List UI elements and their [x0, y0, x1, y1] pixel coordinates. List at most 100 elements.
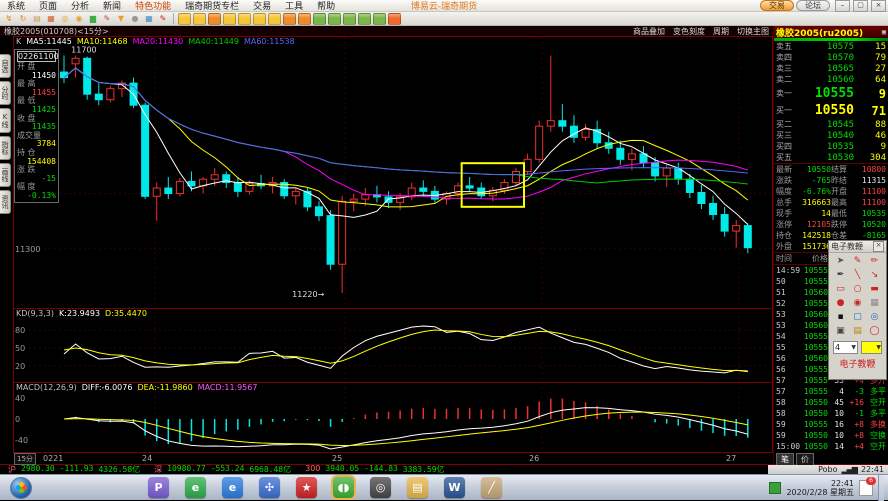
price-cell[interactable]: 10575: [800, 42, 854, 52]
subbar-link-0[interactable]: 商品叠加: [633, 26, 665, 37]
maximize-button[interactable]: ▢: [853, 0, 868, 12]
zoom-out-icon[interactable]: ◉: [73, 13, 85, 24]
filled-ellipse-tool[interactable]: ●: [832, 297, 849, 310]
price-cell[interactable]: 10550: [800, 103, 854, 118]
toolbar-button-3[interactable]: [223, 12, 236, 25]
trade-button[interactable]: 交易: [760, 0, 794, 11]
tray-clock[interactable]: 22:41 2020/2/28 星期五: [786, 479, 854, 497]
line-width-select[interactable]: 4 ▼: [833, 341, 858, 354]
grid-icon[interactable]: ▦: [143, 13, 155, 24]
start-button[interactable]: [10, 476, 32, 499]
lock-tool[interactable]: ◉: [849, 297, 866, 310]
left-tab-4[interactable]: 画线: [0, 163, 11, 187]
toolbar-button-10[interactable]: [328, 12, 341, 25]
draw-icon[interactable]: ✎: [101, 13, 113, 24]
price-cell[interactable]: 10565: [800, 64, 854, 74]
pen-tool[interactable]: ✒: [832, 269, 849, 282]
bid-row-3[interactable]: 买四 10535 9: [774, 141, 888, 152]
toolbar-button-14[interactable]: [388, 12, 401, 25]
menu-item-0[interactable]: 系统: [0, 0, 32, 12]
save-tool[interactable]: ▣: [832, 325, 849, 338]
price-cell[interactable]: 10560: [800, 75, 854, 85]
price-cell[interactable]: 10545: [800, 120, 854, 130]
browser-360-icon[interactable]: e: [185, 477, 206, 498]
notification-doc-icon[interactable]: 6: [859, 477, 876, 496]
pinwheel-icon[interactable]: ✣: [259, 477, 280, 498]
toolbar-button-7[interactable]: [283, 12, 296, 25]
bid-row-0[interactable]: 买一 10550 71: [774, 102, 888, 119]
ask-row-1[interactable]: 卖四 10570 79: [774, 52, 888, 63]
blackboard-tool[interactable]: ▪: [832, 311, 849, 324]
toolbar-button-6[interactable]: [268, 12, 281, 25]
left-tab-5[interactable]: 资讯: [0, 190, 11, 214]
filled-rect-tool[interactable]: ▬: [866, 283, 883, 296]
bid-row-2[interactable]: 买三 10540 46: [774, 130, 888, 141]
magnifier-tool[interactable]: ◎: [866, 311, 883, 324]
menu-item-6[interactable]: 交易: [246, 0, 278, 12]
disc-icon[interactable]: ◎: [370, 477, 391, 498]
toolbar-button-1[interactable]: [193, 12, 206, 25]
menu-item-5[interactable]: 瑞奇期货专栏: [178, 0, 246, 12]
toolbar-button-4[interactable]: [238, 12, 251, 25]
show-desktop-button[interactable]: [878, 475, 884, 501]
zoom-in-icon[interactable]: ◎: [59, 13, 71, 24]
close-button[interactable]: ×: [871, 0, 886, 12]
subbar-link-3[interactable]: 切换主图: [737, 26, 769, 37]
refresh-icon[interactable]: ↻: [17, 13, 29, 24]
screen-tool[interactable]: ▢: [849, 311, 866, 324]
bid-row-4[interactable]: 买五 10530 304: [774, 152, 888, 163]
price-cell[interactable]: 10535: [800, 142, 854, 152]
menu-item-7[interactable]: 工具: [278, 0, 310, 12]
wechat-icon[interactable]: ◖◗: [331, 475, 356, 500]
toolbar-button-9[interactable]: [313, 12, 326, 25]
bid-row-1[interactable]: 买二 10545 88: [774, 119, 888, 130]
price-cell[interactable]: 10555: [800, 86, 854, 101]
layout-icon[interactable]: ▦: [45, 13, 57, 24]
dot-icon[interactable]: ●: [129, 13, 141, 24]
tray-app-icon[interactable]: [769, 482, 782, 494]
toolbar-button-8[interactable]: [298, 12, 311, 25]
pointer-tool-window[interactable]: 电子教鞭 × ➤ ✎ ✏ ✒ ╲ ↘ ▭ ○ ▬ ● ◉ ▦ ▪ ▢ ◎ ▣ ▤ ◯ 4 ▼ ▼ 电子教鞭: [828, 240, 887, 380]
filter-icon[interactable]: ▼: [115, 13, 127, 24]
period-tab[interactable]: 15分: [14, 453, 36, 465]
minimize-button[interactable]: –: [835, 0, 850, 12]
chart-icon[interactable]: ▆: [87, 13, 99, 24]
palette-title-bar[interactable]: 电子教鞭 ×: [829, 241, 886, 253]
color-swatch-select[interactable]: ▼: [860, 341, 882, 354]
toolbar-button-11[interactable]: [343, 12, 356, 25]
broom-icon[interactable]: ╱: [481, 477, 502, 498]
toolbar-button-2[interactable]: [208, 12, 221, 25]
toolbar-button-5[interactable]: [253, 12, 266, 25]
menu-item-4[interactable]: 特色功能: [128, 0, 178, 12]
palette-close-icon[interactable]: ×: [873, 241, 884, 252]
ask-row-4[interactable]: 卖一 10555 9: [774, 85, 888, 102]
chart-area[interactable]: 自选分时K线指标画线资讯 11400113001170011220→805020…: [0, 36, 773, 453]
select-tool[interactable]: ➤: [832, 255, 849, 268]
menu-item-8[interactable]: 帮助: [310, 0, 342, 12]
kline-icon[interactable]: ✎: [157, 13, 169, 24]
price-cell[interactable]: 10570: [800, 53, 854, 63]
pobo-taskbar-icon[interactable]: P: [148, 477, 169, 498]
ask-row-3[interactable]: 卖二 10560 64: [774, 74, 888, 85]
ask-row-2[interactable]: 卖三 10565 27: [774, 63, 888, 74]
price-cell[interactable]: 10530: [800, 153, 854, 163]
pattern-tool[interactable]: ▦: [866, 297, 883, 310]
line-tool[interactable]: ╲: [849, 269, 866, 282]
left-tab-2[interactable]: K线: [0, 108, 11, 133]
stock-app-icon[interactable]: ★: [296, 477, 317, 498]
toolbar-button-13[interactable]: [373, 12, 386, 25]
menu-item-3[interactable]: 新闻: [96, 0, 128, 12]
brush-tool[interactable]: ✏: [866, 255, 883, 268]
calendar-icon[interactable]: ▤: [407, 477, 428, 498]
ellipse-tool[interactable]: ○: [849, 283, 866, 296]
forum-button[interactable]: 论坛: [796, 0, 830, 11]
subbar-link-1[interactable]: 变色刻度: [673, 26, 705, 37]
page-icon[interactable]: ▤: [31, 13, 43, 24]
folder-tool[interactable]: ▤: [849, 325, 866, 338]
left-tab-0[interactable]: 自选: [0, 54, 11, 78]
price-cell[interactable]: 10540: [800, 131, 854, 141]
connect-icon[interactable]: ↯: [3, 13, 15, 24]
ask-row-0[interactable]: 卖五 10575 15: [774, 41, 888, 52]
rect-tool[interactable]: ▭: [832, 283, 849, 296]
arrow-tool[interactable]: ↘: [866, 269, 883, 282]
